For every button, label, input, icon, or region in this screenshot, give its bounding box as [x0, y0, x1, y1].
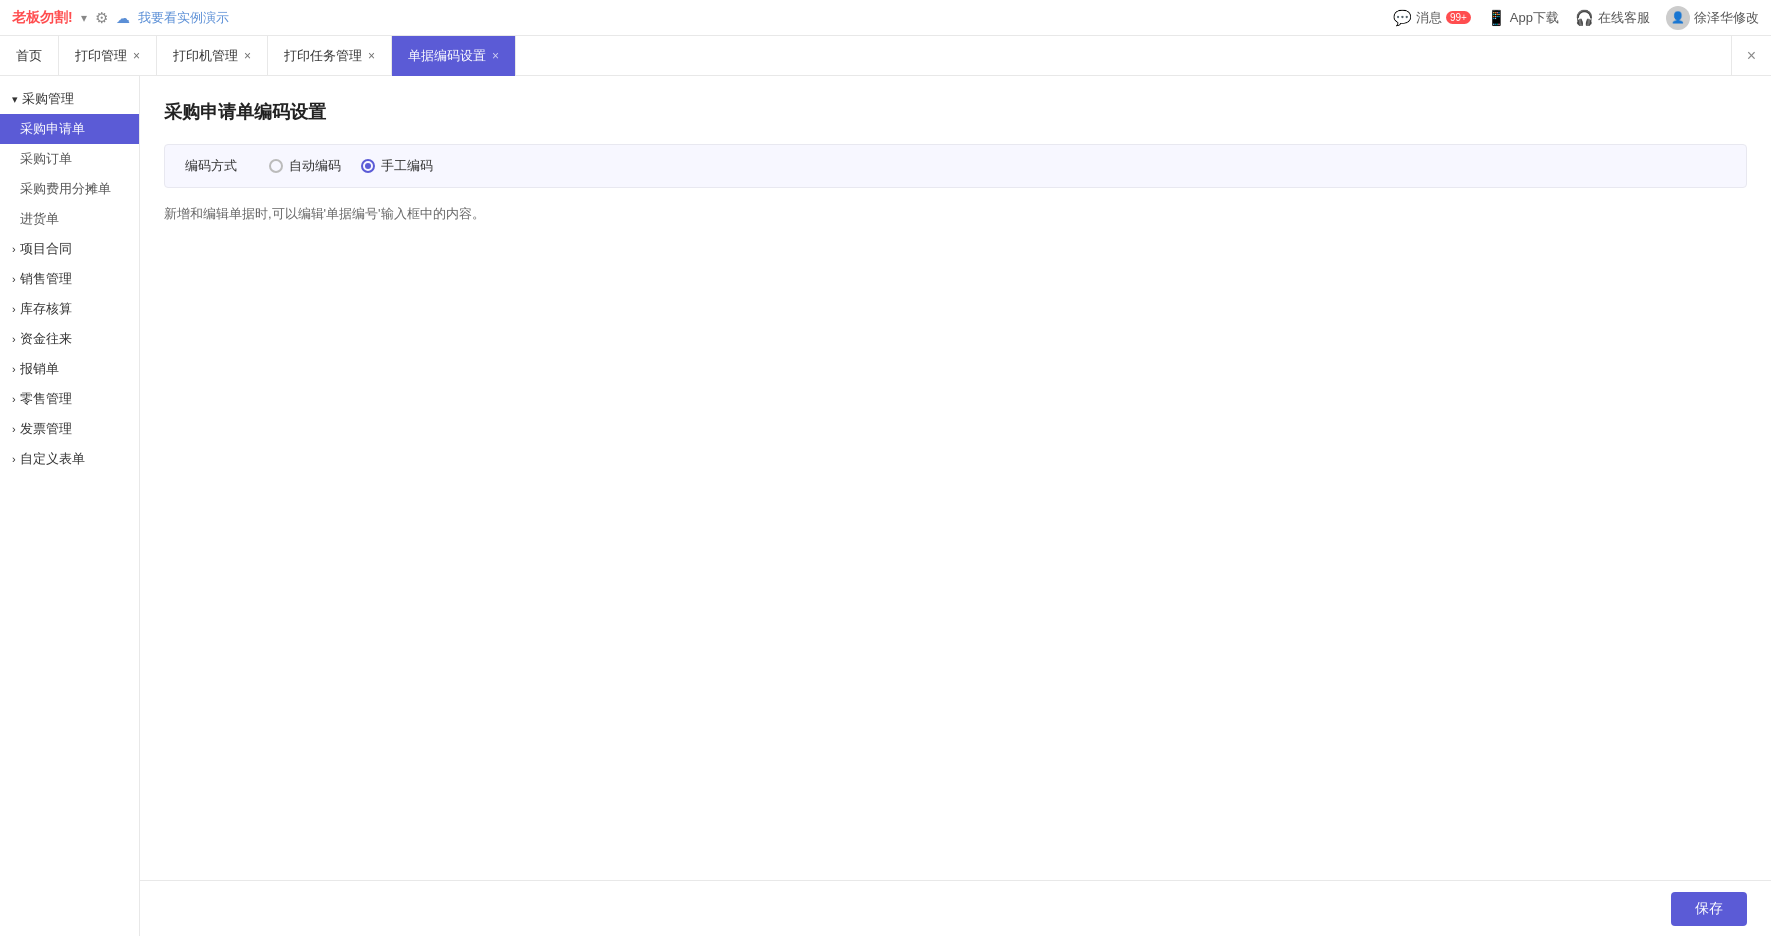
radio-manual-label: 手工编码 [381, 157, 433, 175]
tab-coding-settings-close[interactable]: × [492, 49, 499, 63]
sidebar-group-finance[interactable]: › 资金往来 [0, 324, 139, 354]
message-label: 消息 [1416, 9, 1442, 27]
sidebar-item-purchase-expense[interactable]: 采购费用分摊单 [0, 174, 139, 204]
app-download-label: App下载 [1510, 9, 1559, 27]
retail-group-arrow: › [12, 393, 16, 405]
app-logo: 老板勿割! [12, 9, 73, 27]
tab-coding-settings-label: 单据编码设置 [408, 47, 486, 65]
expense-group-arrow: › [12, 363, 16, 375]
custom-form-group-arrow: › [12, 453, 16, 465]
tab-home[interactable]: 首页 [0, 36, 59, 76]
headset-icon: 🎧 [1575, 9, 1594, 27]
message-button[interactable]: 💬 消息 99+ [1393, 9, 1471, 27]
sidebar-group-project[interactable]: › 项目合同 [0, 234, 139, 264]
top-bar-left: 老板勿割! ▾ ⚙ ☁ 我要看实例演示 [12, 9, 229, 27]
project-group-arrow: › [12, 243, 16, 255]
tab-print-management-close[interactable]: × [133, 49, 140, 63]
tab-print-management[interactable]: 打印管理 × [59, 36, 157, 76]
page-title: 采购申请单编码设置 [164, 100, 1747, 124]
dropdown-icon[interactable]: ▾ [81, 11, 87, 25]
message-badge: 99+ [1446, 11, 1471, 24]
project-group-label: 项目合同 [20, 240, 72, 258]
sidebar-group-invoice[interactable]: › 发票管理 [0, 414, 139, 444]
tab-printer-management-label: 打印机管理 [173, 47, 238, 65]
radio-auto-circle [269, 159, 283, 173]
finance-group-label: 资金往来 [20, 330, 72, 348]
tab-bar: 首页 打印管理 × 打印机管理 × 打印任务管理 × 单据编码设置 × × [0, 36, 1771, 76]
demo-icon: ☁ [116, 10, 130, 26]
purchase-group-arrow: ▾ [12, 93, 18, 106]
inventory-group-label: 库存核算 [20, 300, 72, 318]
sales-group-label: 销售管理 [20, 270, 72, 288]
demo-label[interactable]: 我要看实例演示 [138, 9, 229, 27]
sales-group-arrow: › [12, 273, 16, 285]
invoice-group-label: 发票管理 [20, 420, 72, 438]
sidebar-group-expense[interactable]: › 报销单 [0, 354, 139, 384]
hint-text: 新增和编辑单据时,可以编辑'单据编号'输入框中的内容。 [164, 204, 1747, 225]
sidebar-item-purchase-order-label: 采购订单 [20, 151, 72, 166]
finance-group-arrow: › [12, 333, 16, 345]
user-name: 徐泽华修改 [1694, 9, 1759, 27]
content-body: 采购申请单编码设置 编码方式 自动编码 手工编码 新增和编辑单据时,可以编辑'单… [140, 76, 1771, 880]
app-download-button[interactable]: 📱 App下载 [1487, 9, 1559, 27]
app-icon: 📱 [1487, 9, 1506, 27]
sidebar-group-sales[interactable]: › 销售管理 [0, 264, 139, 294]
tab-printer-management-close[interactable]: × [244, 49, 251, 63]
expense-group-label: 报销单 [20, 360, 59, 378]
top-bar-right: 💬 消息 99+ 📱 App下载 🎧 在线客服 👤 徐泽华修改 [1393, 6, 1759, 30]
tab-print-task[interactable]: 打印任务管理 × [268, 36, 392, 76]
sidebar-item-purchase-receipt-label: 进货单 [20, 211, 59, 226]
sidebar-item-purchase-receipt[interactable]: 进货单 [0, 204, 139, 234]
sidebar-item-purchase-order[interactable]: 采购订单 [0, 144, 139, 174]
content-area: 采购申请单编码设置 编码方式 自动编码 手工编码 新增和编辑单据时,可以编辑'单… [140, 76, 1771, 936]
tab-print-task-close[interactable]: × [368, 49, 375, 63]
top-bar: 老板勿割! ▾ ⚙ ☁ 我要看实例演示 💬 消息 99+ 📱 App下载 🎧 在… [0, 0, 1771, 36]
invoice-group-arrow: › [12, 423, 16, 435]
main-layout: ▾ 采购管理 采购申请单 采购订单 采购费用分摊单 进货单 › 项目合同 › 销… [0, 76, 1771, 936]
sidebar-item-purchase-request-label: 采购申请单 [20, 121, 85, 136]
sidebar: ▾ 采购管理 采购申请单 采购订单 采购费用分摊单 进货单 › 项目合同 › 销… [0, 76, 140, 936]
radio-manual-circle [361, 159, 375, 173]
coding-section: 编码方式 自动编码 手工编码 [164, 144, 1747, 188]
coding-label: 编码方式 [185, 157, 245, 175]
radio-auto-label: 自动编码 [289, 157, 341, 175]
tab-coding-settings[interactable]: 单据编码设置 × [392, 36, 516, 76]
settings-icon[interactable]: ⚙ [95, 9, 108, 27]
inventory-group-arrow: › [12, 303, 16, 315]
custom-form-group-label: 自定义表单 [20, 450, 85, 468]
save-button[interactable]: 保存 [1671, 892, 1747, 926]
sidebar-item-purchase-request[interactable]: 采购申请单 [0, 114, 139, 144]
purchase-group-label: 采购管理 [22, 90, 74, 108]
radio-auto[interactable]: 自动编码 [269, 157, 341, 175]
close-all-tabs[interactable]: × [1731, 36, 1771, 76]
sidebar-group-custom-form[interactable]: › 自定义表单 [0, 444, 139, 474]
radio-group: 自动编码 手工编码 [269, 157, 433, 175]
sidebar-group-retail[interactable]: › 零售管理 [0, 384, 139, 414]
content-footer: 保存 [140, 880, 1771, 936]
tab-print-management-label: 打印管理 [75, 47, 127, 65]
tab-printer-management[interactable]: 打印机管理 × [157, 36, 268, 76]
sidebar-group-purchase[interactable]: ▾ 采购管理 [0, 84, 139, 114]
user-menu[interactable]: 👤 徐泽华修改 [1666, 6, 1759, 30]
retail-group-label: 零售管理 [20, 390, 72, 408]
online-service-label: 在线客服 [1598, 9, 1650, 27]
radio-manual[interactable]: 手工编码 [361, 157, 433, 175]
message-icon: 💬 [1393, 9, 1412, 27]
sidebar-group-inventory[interactable]: › 库存核算 [0, 294, 139, 324]
sidebar-item-purchase-expense-label: 采购费用分摊单 [20, 181, 111, 196]
tab-print-task-label: 打印任务管理 [284, 47, 362, 65]
online-service-button[interactable]: 🎧 在线客服 [1575, 9, 1650, 27]
avatar: 👤 [1666, 6, 1690, 30]
tab-home-label: 首页 [16, 47, 42, 65]
